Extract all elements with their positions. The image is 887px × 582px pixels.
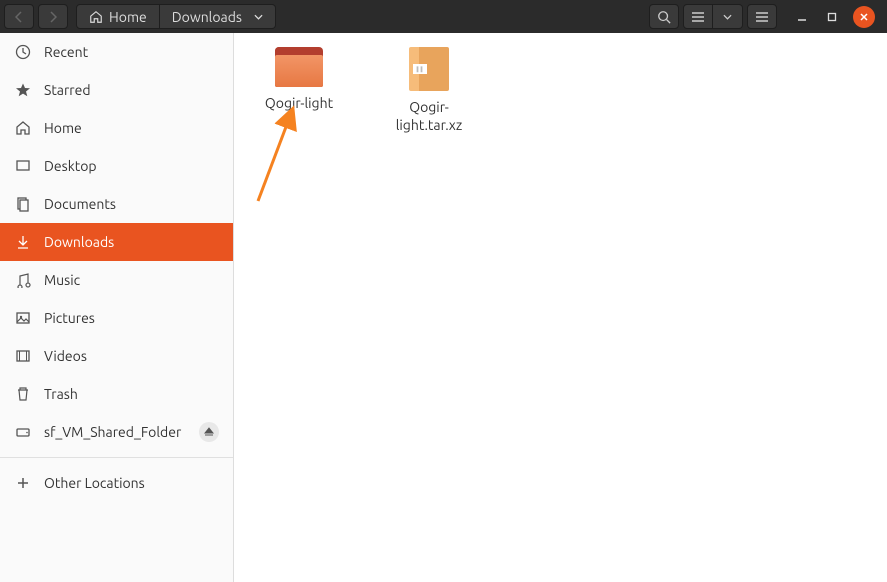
sidebar-item-recent[interactable]: Recent: [0, 33, 233, 71]
hamburger-menu-button[interactable]: [747, 4, 777, 29]
breadcrumb-downloads[interactable]: Downloads: [160, 4, 276, 29]
titlebar: Home Downloads: [0, 0, 887, 33]
sidebar-item-label: sf_VM_Shared_Folder: [44, 424, 181, 440]
sidebar-item-label: Music: [44, 272, 80, 288]
music-icon: [14, 272, 32, 288]
maximize-icon: [827, 12, 837, 22]
hamburger-icon: [755, 11, 769, 23]
window-close-button[interactable]: [853, 6, 875, 28]
sidebar-item-label: Pictures: [44, 310, 95, 326]
file-label: Qogir-light.tar.xz: [379, 99, 479, 134]
clock-icon: [14, 44, 32, 60]
sidebar-item-label: Recent: [44, 44, 88, 60]
folder-icon: [275, 47, 323, 87]
eject-button[interactable]: [199, 422, 219, 442]
sidebar-item-pictures[interactable]: Pictures: [0, 299, 233, 337]
pictures-icon: [14, 310, 32, 326]
desktop-icon: [14, 158, 32, 174]
sidebar-item-label: Home: [44, 120, 82, 136]
sidebar-item-label: Starred: [44, 82, 91, 98]
sidebar-item-home[interactable]: Home: [0, 109, 233, 147]
chevron-right-icon: [49, 11, 57, 23]
search-icon: [657, 10, 671, 24]
chevron-left-icon: [15, 11, 23, 23]
nav-back-button[interactable]: [4, 4, 34, 29]
sidebar: Recent Starred Home Desktop Documents Do…: [0, 33, 234, 582]
downloads-icon: [14, 234, 32, 250]
file-view[interactable]: Qogir-light ∥∥ Qogir-light.tar.xz: [234, 33, 887, 582]
sidebar-item-music[interactable]: Music: [0, 261, 233, 299]
folder-item[interactable]: Qogir-light: [244, 47, 354, 113]
minimize-icon: [797, 12, 807, 22]
sidebar-item-downloads[interactable]: Downloads: [0, 223, 233, 261]
breadcrumb-home[interactable]: Home: [76, 4, 160, 29]
home-icon: [14, 120, 32, 136]
sidebar-item-label: Downloads: [44, 234, 114, 250]
archive-icon: ∥∥: [409, 47, 449, 91]
sidebar-item-trash[interactable]: Trash: [0, 375, 233, 413]
separator: [0, 457, 233, 458]
sidebar-item-label: Trash: [44, 386, 78, 402]
videos-icon: [14, 348, 32, 364]
view-options-button[interactable]: [713, 4, 743, 29]
window-controls: [793, 6, 875, 28]
breadcrumb-label: Home: [109, 9, 147, 25]
breadcrumb: Home Downloads: [76, 4, 276, 29]
star-icon: [14, 82, 32, 98]
sidebar-item-label: Desktop: [44, 158, 97, 174]
breadcrumb-label: Downloads: [172, 9, 242, 25]
archive-item[interactable]: ∥∥ Qogir-light.tar.xz: [374, 47, 484, 134]
plus-icon: [14, 476, 32, 490]
sidebar-item-label: Videos: [44, 348, 87, 364]
sidebar-item-videos[interactable]: Videos: [0, 337, 233, 375]
eject-icon: [204, 427, 214, 437]
toolbar-right: [649, 4, 883, 29]
window-minimize-button[interactable]: [793, 8, 811, 26]
sidebar-item-starred[interactable]: Starred: [0, 71, 233, 109]
file-label: Qogir-light: [265, 95, 333, 113]
chevron-down-icon: [254, 14, 263, 20]
sidebar-item-label: Other Locations: [44, 475, 145, 491]
documents-icon: [14, 196, 32, 212]
trash-icon: [14, 386, 32, 402]
window-maximize-button[interactable]: [823, 8, 841, 26]
home-icon: [89, 10, 103, 24]
nav-forward-button[interactable]: [38, 4, 68, 29]
drive-icon: [14, 424, 32, 440]
annotation-arrow: [250, 101, 310, 211]
list-icon: [691, 11, 705, 23]
close-icon: [859, 12, 869, 22]
sidebar-item-desktop[interactable]: Desktop: [0, 147, 233, 185]
view-list-button[interactable]: [683, 4, 713, 29]
sidebar-item-label: Documents: [44, 196, 116, 212]
sidebar-item-documents[interactable]: Documents: [0, 185, 233, 223]
sidebar-item-other-locations[interactable]: Other Locations: [0, 464, 233, 502]
chevron-down-icon: [723, 14, 732, 20]
search-button[interactable]: [649, 4, 679, 29]
sidebar-item-shared-folder[interactable]: sf_VM_Shared_Folder: [0, 413, 233, 451]
